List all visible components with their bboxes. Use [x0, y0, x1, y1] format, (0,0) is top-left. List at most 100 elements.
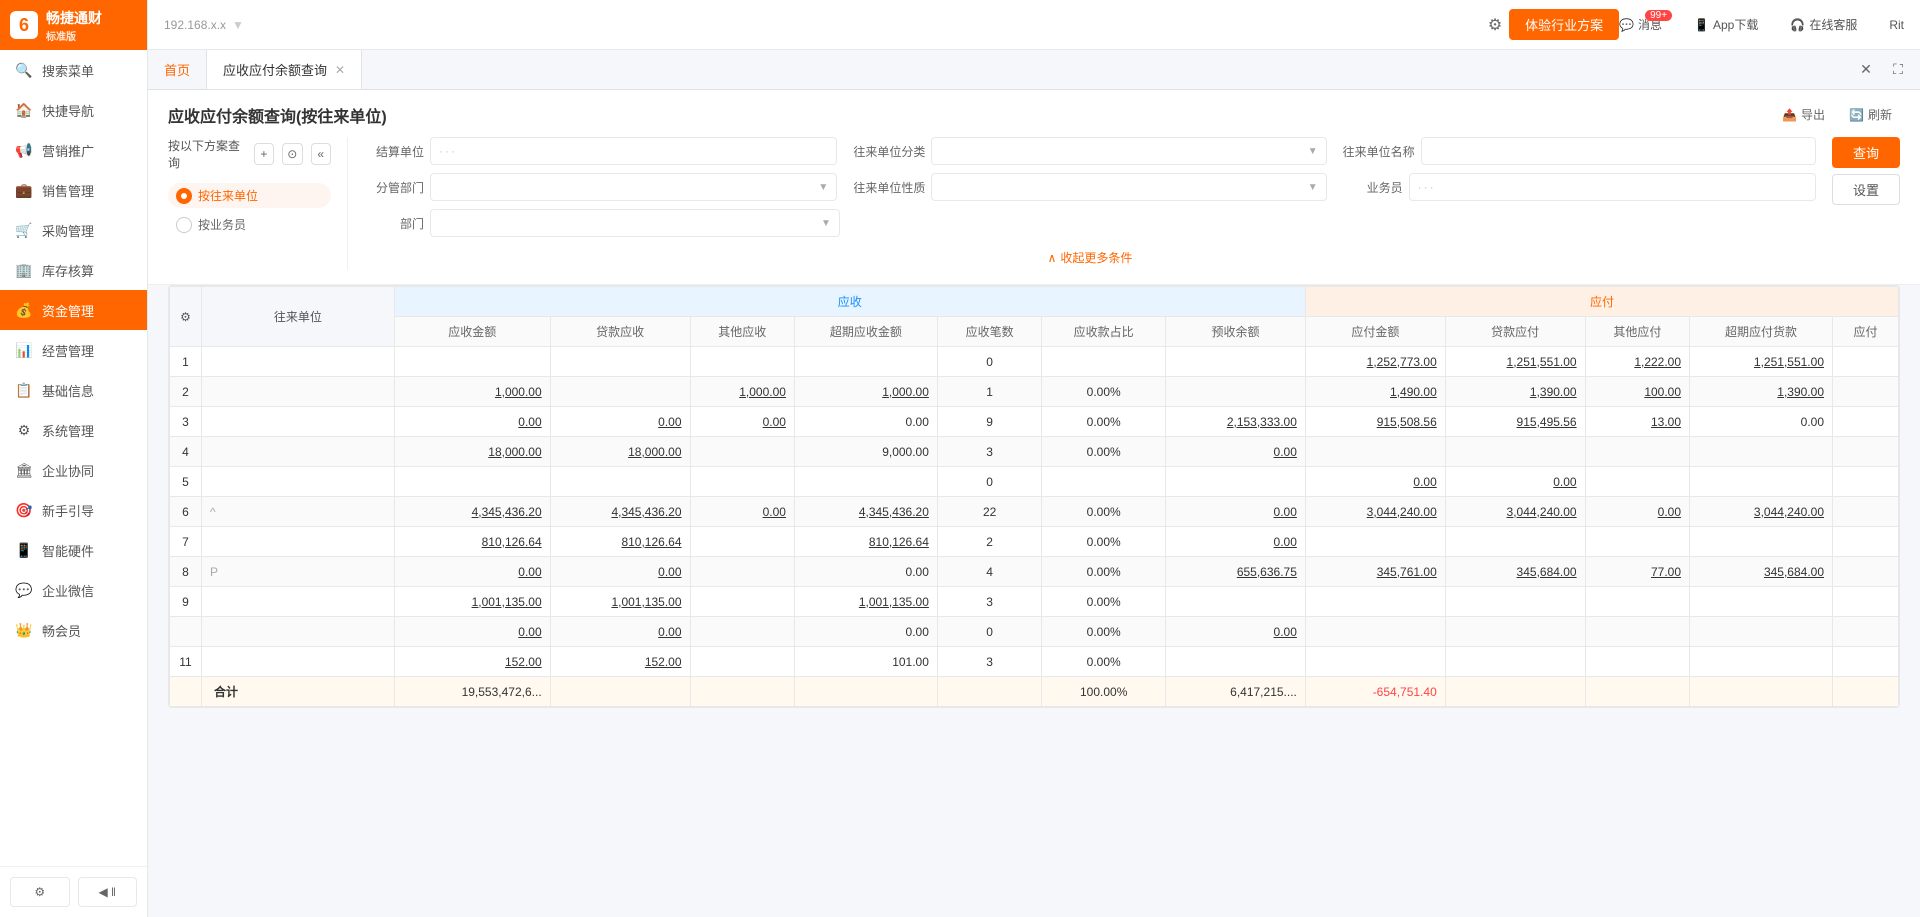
- tab-expand-btn[interactable]: ⛶: [1886, 58, 1910, 82]
- ap-other-1[interactable]: 1,222.00: [1585, 347, 1689, 377]
- ar-prepay-4[interactable]: 0.00: [1166, 437, 1306, 467]
- ar-amount-7[interactable]: 810,126.64: [394, 527, 550, 557]
- online-service-btn[interactable]: 🎧 在线客服: [1790, 16, 1857, 33]
- ap-overdue-1[interactable]: 1,251,551.00: [1690, 347, 1833, 377]
- ap-loan-5[interactable]: 0.00: [1445, 467, 1585, 497]
- ar-prepay-3[interactable]: 2,153,333.00: [1166, 407, 1306, 437]
- ar-other-6[interactable]: 0.00: [690, 497, 794, 527]
- sidebar-item-basic[interactable]: 📋 基础信息: [0, 370, 147, 410]
- ap-amount-8[interactable]: 345,761.00: [1305, 557, 1445, 587]
- scheme-add-btn[interactable]: +: [254, 143, 274, 165]
- ar-amount-6[interactable]: 4,345,436.20: [394, 497, 550, 527]
- ar-overdue-2[interactable]: 1,000.00: [794, 377, 937, 407]
- notification-btn[interactable]: 💬 消息 99+: [1619, 16, 1662, 33]
- ar-amount-11[interactable]: 152.00: [394, 647, 550, 677]
- ap-other-8[interactable]: 77.00: [1585, 557, 1689, 587]
- export-button[interactable]: 📤 导出: [1774, 102, 1833, 127]
- ap-other-6[interactable]: 0.00: [1585, 497, 1689, 527]
- ap-amount-3[interactable]: 915,508.56: [1305, 407, 1445, 437]
- filter-input-ywy[interactable]: ···: [1409, 173, 1816, 201]
- settings-col-header[interactable]: ⚙: [170, 287, 202, 347]
- ar-overdue-6[interactable]: 4,345,436.20: [794, 497, 937, 527]
- sidebar-item-sales[interactable]: 💼 销售管理: [0, 170, 147, 210]
- ap-amount-6[interactable]: 3,044,240.00: [1305, 497, 1445, 527]
- sidebar-item-marketing[interactable]: 📢 营销推广: [0, 130, 147, 170]
- ar-prepay-10[interactable]: 0.00: [1166, 617, 1306, 647]
- collapse-more-conditions-btn[interactable]: ∧ 收起更多条件: [364, 245, 1816, 270]
- sidebar-item-capital[interactable]: 💰 资金管理: [0, 290, 147, 330]
- ar-amount-8[interactable]: 0.00: [394, 557, 550, 587]
- header-gear-btn[interactable]: ⚙: [1481, 11, 1509, 39]
- filter-input-jsdw[interactable]: ···: [430, 137, 837, 165]
- ar-loan-6[interactable]: 4,345,436.20: [550, 497, 690, 527]
- ar-loan-7[interactable]: 810,126.64: [550, 527, 690, 557]
- ar-loan-4[interactable]: 18,000.00: [550, 437, 690, 467]
- ap-loan-1[interactable]: 1,251,551.00: [1445, 347, 1585, 377]
- filter-input-fgbm[interactable]: ▼: [430, 173, 837, 201]
- row-num-4: 4: [170, 437, 202, 467]
- ap-other-3[interactable]: 13.00: [1585, 407, 1689, 437]
- ar-amount-3[interactable]: 0.00: [394, 407, 550, 437]
- sidebar-item-operation[interactable]: 📊 经营管理: [0, 330, 147, 370]
- scheme-settings-btn[interactable]: ⊙: [282, 143, 302, 165]
- tab-ar-ap[interactable]: 应收应付余额查询 ✕: [207, 50, 362, 89]
- scheme-by-staff[interactable]: 按业务员: [168, 212, 331, 237]
- ap-amount-2[interactable]: 1,490.00: [1305, 377, 1445, 407]
- ar-overdue-9[interactable]: 1,001,135.00: [794, 587, 937, 617]
- ap-amount-1[interactable]: 1,252,773.00: [1305, 347, 1445, 377]
- sidebar-settings-btn[interactable]: ⚙: [10, 877, 70, 907]
- ar-other-2[interactable]: 1,000.00: [690, 377, 794, 407]
- ap-overdue-6[interactable]: 3,044,240.00: [1690, 497, 1833, 527]
- sidebar-item-purchase[interactable]: 🛒 采购管理: [0, 210, 147, 250]
- industry-solution-button[interactable]: 体验行业方案: [1509, 9, 1619, 40]
- refresh-button[interactable]: 🔄 刷新: [1841, 102, 1900, 127]
- tab-close-icon[interactable]: ✕: [335, 63, 345, 77]
- ap-loan-6[interactable]: 3,044,240.00: [1445, 497, 1585, 527]
- sidebar-item-hardware[interactable]: 📱 智能硬件: [0, 530, 147, 570]
- tab-close-window-btn[interactable]: ✕: [1854, 58, 1878, 82]
- ar-overdue-7[interactable]: 810,126.64: [794, 527, 937, 557]
- ar-prepay-6[interactable]: 0.00: [1166, 497, 1306, 527]
- ar-amount-2[interactable]: 1,000.00: [394, 377, 550, 407]
- tab-home[interactable]: 首页: [148, 50, 207, 89]
- ar-loan-2: [550, 377, 690, 407]
- ap-amount-5[interactable]: 0.00: [1305, 467, 1445, 497]
- setting-button[interactable]: 设置: [1832, 174, 1900, 205]
- app-download-btn[interactable]: 📱 App下载: [1694, 16, 1758, 33]
- ar-prepay-8[interactable]: 655,636.75: [1166, 557, 1306, 587]
- query-button[interactable]: 查询: [1832, 137, 1900, 168]
- total-ar-ratio: 100.00%: [1042, 677, 1166, 707]
- sidebar-item-guide[interactable]: 🎯 新手引导: [0, 490, 147, 530]
- ar-amount-10[interactable]: 0.00: [394, 617, 550, 647]
- sidebar-collapse-btn[interactable]: ◀ ‖: [78, 877, 138, 907]
- sidebar-item-system[interactable]: ⚙ 系统管理: [0, 410, 147, 450]
- ar-amount-9[interactable]: 1,001,135.00: [394, 587, 550, 617]
- ar-amount-4[interactable]: 18,000.00: [394, 437, 550, 467]
- sidebar-item-member[interactable]: 👑 畅会员: [0, 610, 147, 650]
- filter-input-lwdwfl[interactable]: ▼: [931, 137, 1326, 165]
- ap-loan-2[interactable]: 1,390.00: [1445, 377, 1585, 407]
- scheme-by-unit[interactable]: 按往来单位: [168, 183, 331, 208]
- ar-prepay-7[interactable]: 0.00: [1166, 527, 1306, 557]
- ar-loan-11[interactable]: 152.00: [550, 647, 690, 677]
- ar-loan-9[interactable]: 1,001,135.00: [550, 587, 690, 617]
- username-display[interactable]: Rit: [1889, 18, 1904, 32]
- sidebar-item-quick-nav[interactable]: 🏠 快捷导航: [0, 90, 147, 130]
- ar-loan-8[interactable]: 0.00: [550, 557, 690, 587]
- ap-overdue-2[interactable]: 1,390.00: [1690, 377, 1833, 407]
- filter-input-lwdwmc[interactable]: [1421, 137, 1816, 165]
- ar-loan-10[interactable]: 0.00: [550, 617, 690, 647]
- sidebar-item-wechat[interactable]: 💬 企业微信: [0, 570, 147, 610]
- ap-loan-3[interactable]: 915,495.56: [1445, 407, 1585, 437]
- sidebar-item-corp[interactable]: 🏛 企业协同: [0, 450, 147, 490]
- scheme-collapse-btn[interactable]: «: [311, 143, 331, 165]
- sidebar-item-search-menu[interactable]: 🔍 搜索菜单: [0, 50, 147, 90]
- ap-loan-8[interactable]: 345,684.00: [1445, 557, 1585, 587]
- ar-other-3[interactable]: 0.00: [690, 407, 794, 437]
- ap-overdue-8[interactable]: 345,684.00: [1690, 557, 1833, 587]
- filter-input-lwdwxz[interactable]: ▼: [931, 173, 1326, 201]
- sidebar-item-inventory[interactable]: 🏢 库存核算: [0, 250, 147, 290]
- ap-other-2[interactable]: 100.00: [1585, 377, 1689, 407]
- ar-loan-3[interactable]: 0.00: [550, 407, 690, 437]
- filter-input-bm[interactable]: ▼: [430, 209, 840, 237]
